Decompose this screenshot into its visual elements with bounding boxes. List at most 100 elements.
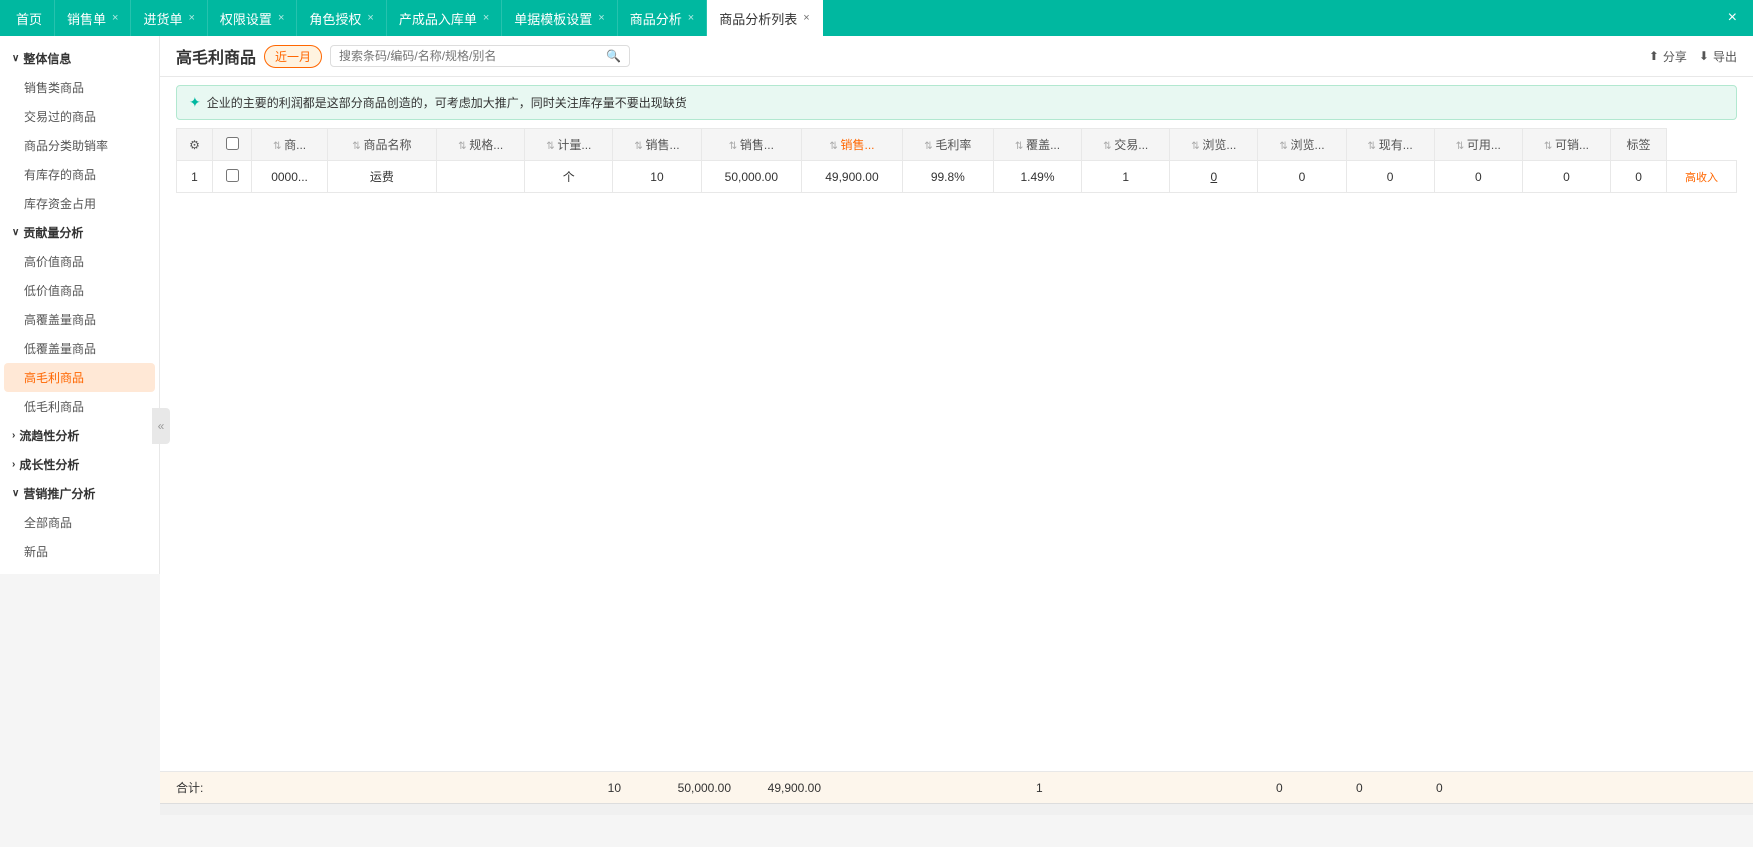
info-icon: ✦ [189, 94, 201, 111]
arrow-contribution: ∨ [12, 227, 19, 238]
table-header-row: ⚙ 商... 商品名称 规格... 计量... 销售... 销售... 销售..… [177, 129, 1737, 161]
cell-transaction: 1 [1082, 161, 1170, 193]
close-tab-7[interactable]: × [688, 12, 694, 24]
col-product-name[interactable]: 商品名称 [327, 129, 436, 161]
sidebar-item-low-value[interactable]: 低价值商品 [0, 276, 159, 305]
col-margin-rate[interactable]: 毛利率 [902, 129, 993, 161]
col-available-stock[interactable]: 可用... [1434, 129, 1522, 161]
close-tab-5[interactable]: × [483, 12, 489, 24]
search-input[interactable] [339, 49, 602, 63]
sidebar: ∨ 整体信息 销售类商品 交易过的商品 商品分类助销率 有库存的商品 库存资金占… [0, 36, 160, 574]
sidebar-item-low-coverage[interactable]: 低覆盖量商品 [0, 334, 159, 363]
close-tab-8[interactable]: × [803, 12, 809, 24]
close-tab-3[interactable]: × [278, 12, 284, 24]
cell-sellable-stock: 0 [1522, 161, 1610, 193]
sidebar-item-stocked-goods[interactable]: 有库存的商品 [0, 160, 159, 189]
col-product-code[interactable]: 商... [252, 129, 327, 161]
footer-cell-cov [919, 781, 999, 795]
col-checkbox[interactable] [213, 129, 252, 161]
main-layout: ∨ 整体信息 销售类商品 交易过的商品 商品分类助销率 有库存的商品 库存资金占… [0, 36, 1753, 815]
col-sales-profit[interactable]: 销售... [802, 129, 903, 161]
arrow-marketing: ∨ [12, 488, 19, 499]
col-transaction[interactable]: 交易... [1082, 129, 1170, 161]
horizontal-scrollbar[interactable] [160, 803, 1753, 815]
tab-permission-settings[interactable]: 权限设置 × [208, 0, 297, 36]
sidebar-item-new-goods[interactable]: 新品 [0, 537, 159, 566]
tab-sales-order[interactable]: 销售单 × [55, 0, 131, 36]
sidebar-item-category-assist[interactable]: 商品分类助销率 [0, 131, 159, 160]
footer-cell-trans: 1 [999, 781, 1079, 795]
footer-cell-b2 [1159, 781, 1239, 795]
cell-sales-profit: 49,900.00 [802, 161, 903, 193]
row-checkbox[interactable] [226, 169, 239, 182]
sidebar-item-inventory-capital[interactable]: 库存资金占用 [0, 189, 159, 218]
col-settings[interactable]: ⚙ [177, 129, 213, 161]
col-tag: 标签 [1611, 129, 1667, 161]
sidebar-item-low-margin[interactable]: 低毛利商品 [0, 392, 159, 421]
sidebar-wrapper: ∨ 整体信息 销售类商品 交易过的商品 商品分类助销率 有库存的商品 库存资金占… [0, 36, 160, 815]
sidebar-collapse-button[interactable]: « [152, 408, 170, 444]
sidebar-group-growth[interactable]: › 成长性分析 [0, 450, 159, 479]
footer-cell-2 [279, 781, 349, 795]
arrow-overall: ∨ [12, 53, 19, 64]
col-current-stock[interactable]: 现有... [1346, 129, 1434, 161]
footer-cell-4 [449, 781, 509, 795]
data-table-wrap: ⚙ 商... 商品名称 规格... 计量... 销售... 销售... 销售..… [160, 128, 1753, 771]
sidebar-item-high-value[interactable]: 高价值商品 [0, 247, 159, 276]
tab-product-warehouse[interactable]: 产成品入库单 × [387, 0, 502, 36]
tab-product-analysis[interactable]: 商品分析 × [618, 0, 707, 36]
sidebar-item-high-margin[interactable]: 高毛利商品 [4, 363, 155, 392]
col-spec[interactable]: 规格... [437, 129, 525, 161]
col-sellable-stock[interactable]: 可销... [1522, 129, 1610, 161]
tab-product-analysis-list[interactable]: 商品分析列表 × [707, 0, 822, 36]
sidebar-group-contribution[interactable]: ∨ 贡献量分析 [0, 218, 159, 247]
cell-unit: 个 [525, 161, 613, 193]
footer-cell-qty: 10 [569, 781, 659, 795]
footer-cell-s2: 0 [1319, 781, 1399, 795]
col-coverage[interactable]: 覆盖... [993, 129, 1081, 161]
col-browse2[interactable]: 浏览... [1258, 129, 1346, 161]
sidebar-group-marketing[interactable]: ∨ 营销推广分析 [0, 479, 159, 508]
footer-total-label: 合计: [176, 779, 203, 796]
cell-margin: 99.8% [902, 161, 993, 193]
cell-sales-amount: 50,000.00 [701, 161, 802, 193]
close-tab-6[interactable]: × [598, 12, 604, 24]
select-all-checkbox[interactable] [226, 137, 239, 150]
col-sales-amount[interactable]: 销售... [701, 129, 802, 161]
footer-bar: 合计: 10 50,000.00 49,900.00 1 0 0 0 [160, 771, 1753, 803]
cell-spec [437, 161, 525, 193]
filter-recent-month-button[interactable]: 近一月 [264, 45, 322, 68]
search-wrap: 🔍 [330, 45, 630, 67]
close-tab-2[interactable]: × [188, 12, 194, 24]
cell-blank: 0 [1611, 161, 1667, 193]
arrow-growth: › [12, 459, 15, 470]
cell-sales-qty: 10 [613, 161, 701, 193]
footer-cell-5 [509, 781, 569, 795]
cell-code: 0000... [252, 161, 327, 193]
header-actions: ⬆ 分享 ⬇ 导出 [1649, 48, 1737, 65]
sidebar-group-trend[interactable]: › 流趋性分析 [0, 421, 159, 450]
global-close-button[interactable]: × [1716, 9, 1749, 27]
sidebar-group-overall[interactable]: ∨ 整体信息 [0, 44, 159, 73]
share-button[interactable]: ⬆ 分享 [1649, 48, 1687, 65]
table-row: 10000...运费个1050,000.0049,900.0099.8%1.49… [177, 161, 1737, 193]
arrow-trend: › [12, 430, 15, 441]
col-sales-qty[interactable]: 销售... [613, 129, 701, 161]
tab-template-settings[interactable]: 单据模板设置 × [502, 0, 617, 36]
sidebar-item-all-goods[interactable]: 全部商品 [0, 508, 159, 537]
tab-home[interactable]: 首页 [4, 0, 55, 36]
col-unit[interactable]: 计量... [525, 129, 613, 161]
export-button[interactable]: ⬇ 导出 [1699, 48, 1737, 65]
sidebar-item-traded-goods[interactable]: 交易过的商品 [0, 102, 159, 131]
col-browse1[interactable]: 浏览... [1170, 129, 1258, 161]
close-tab-4[interactable]: × [367, 12, 373, 24]
cell-browse1[interactable]: 0 [1170, 161, 1258, 193]
search-icon[interactable]: 🔍 [606, 49, 621, 63]
tab-purchase-order[interactable]: 进货单 × [131, 0, 207, 36]
close-tab-1[interactable]: × [112, 12, 118, 24]
sidebar-item-sales-goods[interactable]: 销售类商品 [0, 73, 159, 102]
sidebar-item-high-coverage[interactable]: 高覆盖量商品 [0, 305, 159, 334]
tab-role-auth[interactable]: 角色授权 × [297, 0, 386, 36]
cell-checkbox[interactable] [213, 161, 252, 193]
tag-badge: 高收入 [1685, 172, 1718, 184]
